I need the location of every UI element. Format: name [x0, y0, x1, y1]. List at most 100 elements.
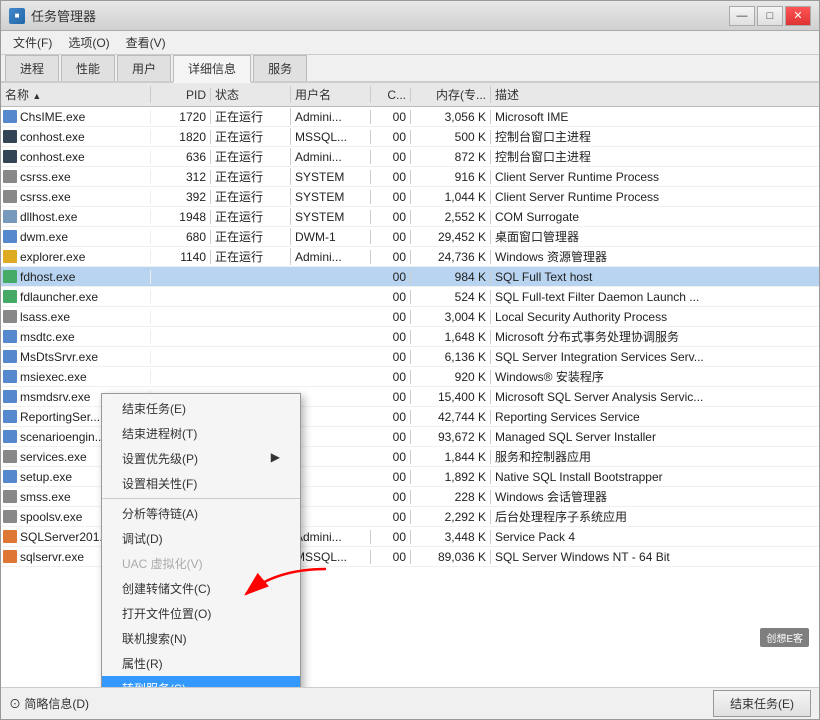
cell-mem: 42,744 K — [411, 410, 491, 424]
cell-desc: SQL Server Windows NT - 64 Bit — [491, 550, 819, 564]
cell-status: 正在运行 — [211, 188, 291, 205]
cell-name: msiexec.exe — [1, 370, 151, 384]
context-menu-item[interactable]: 设置相关性(F) — [102, 471, 300, 496]
cell-user: SYSTEM — [291, 190, 371, 204]
menu-options[interactable]: 选项(O) — [60, 32, 117, 53]
cell-cpu: 00 — [371, 550, 411, 564]
table-row[interactable]: csrss.exe 392 正在运行 SYSTEM 00 1,044 K Cli… — [1, 187, 819, 207]
cell-mem: 1,844 K — [411, 450, 491, 464]
context-menu-item: UAC 虚拟化(V) — [102, 551, 300, 576]
table-row[interactable]: MsDtsSrvr.exe 00 6,136 K SQL Server Inte… — [1, 347, 819, 367]
cell-name: ChsIME.exe — [1, 110, 151, 124]
col-header-mem[interactable]: 内存(专... — [411, 86, 491, 103]
cell-pid: 1948 — [151, 210, 211, 224]
cell-cpu: 00 — [371, 230, 411, 244]
close-button[interactable]: ✕ — [785, 6, 811, 26]
cell-pid: 312 — [151, 170, 211, 184]
tab-services[interactable]: 服务 — [253, 55, 307, 81]
context-menu-item[interactable]: 转到服务(S) — [102, 676, 300, 687]
cell-cpu: 00 — [371, 190, 411, 204]
context-menu-item[interactable]: 结束任务(E) — [102, 396, 300, 421]
table-row[interactable]: conhost.exe 1820 正在运行 MSSQL... 00 500 K … — [1, 127, 819, 147]
context-menu-item[interactable]: 分析等待链(A) — [102, 501, 300, 526]
statusbar-info[interactable]: ⊙ 简略信息(D) — [9, 695, 89, 712]
cell-desc: SQL Full Text host — [491, 270, 819, 284]
statusbar: ⊙ 简略信息(D) 结束任务(E) — [1, 687, 819, 719]
col-header-user[interactable]: 用户名 — [291, 86, 371, 103]
cell-mem: 1,648 K — [411, 330, 491, 344]
cell-desc: 控制台窗口主进程 — [491, 148, 819, 165]
table-row[interactable]: msdtc.exe 00 1,648 K Microsoft 分布式事务处理协调… — [1, 327, 819, 347]
col-header-desc[interactable]: 描述 — [491, 86, 819, 103]
menu-file[interactable]: 文件(F) — [5, 32, 60, 53]
statusbar-actions: 结束任务(E) — [713, 690, 811, 717]
tab-performance[interactable]: 性能 — [61, 55, 115, 81]
cell-pid: 680 — [151, 230, 211, 244]
cell-desc: SQL Full-text Filter Daemon Launch ... — [491, 290, 819, 304]
cell-desc: Native SQL Install Bootstrapper — [491, 470, 819, 484]
cell-cpu: 00 — [371, 250, 411, 264]
table-row[interactable]: explorer.exe 1140 正在运行 Admini... 00 24,7… — [1, 247, 819, 267]
table-row[interactable]: conhost.exe 636 正在运行 Admini... 00 872 K … — [1, 147, 819, 167]
table-row[interactable]: fdlauncher.exe 00 524 K SQL Full-text Fi… — [1, 287, 819, 307]
context-menu-item[interactable]: 创建转储文件(C) — [102, 576, 300, 601]
cell-mem: 916 K — [411, 170, 491, 184]
context-menu-item[interactable]: 联机搜索(N) — [102, 626, 300, 651]
summary-info-label[interactable]: ⊙ 简略信息(D) — [9, 695, 89, 712]
table-row[interactable]: msiexec.exe 00 920 K Windows® 安装程序 — [1, 367, 819, 387]
menu-view[interactable]: 查看(V) — [118, 32, 174, 53]
cell-desc: 服务和控制器应用 — [491, 448, 819, 465]
cell-status: 正在运行 — [211, 168, 291, 185]
cell-user: MSSQL... — [291, 130, 371, 144]
end-task-button[interactable]: 结束任务(E) — [713, 690, 811, 717]
cell-pid: 1820 — [151, 130, 211, 144]
cell-cpu: 00 — [371, 270, 411, 284]
cell-mem: 6,136 K — [411, 350, 491, 364]
tab-users[interactable]: 用户 — [117, 55, 171, 81]
cell-cpu: 00 — [371, 310, 411, 324]
context-menu-item[interactable]: 属性(R) — [102, 651, 300, 676]
tab-details[interactable]: 详细信息 — [173, 55, 251, 83]
cell-desc: 控制台窗口主进程 — [491, 128, 819, 145]
context-menu-item[interactable]: 设置优先级(P)▶ — [102, 446, 300, 471]
table-row[interactable]: ChsIME.exe 1720 正在运行 Admini... 00 3,056 … — [1, 107, 819, 127]
table-row[interactable]: lsass.exe 00 3,004 K Local Security Auth… — [1, 307, 819, 327]
context-menu-item[interactable]: 调试(D) — [102, 526, 300, 551]
cell-cpu: 00 — [371, 410, 411, 424]
cell-cpu: 00 — [371, 390, 411, 404]
titlebar-left: ■ 任务管理器 — [9, 6, 96, 25]
tab-processes[interactable]: 进程 — [5, 55, 59, 81]
cell-cpu: 00 — [371, 130, 411, 144]
table-row[interactable]: fdhost.exe 00 984 K SQL Full Text host — [1, 267, 819, 287]
cell-name: dwm.exe — [1, 230, 151, 244]
context-menu-item[interactable]: 打开文件位置(O) — [102, 601, 300, 626]
cell-desc: Client Server Runtime Process — [491, 170, 819, 184]
cell-mem: 3,004 K — [411, 310, 491, 324]
cell-cpu: 00 — [371, 530, 411, 544]
table-row[interactable]: dllhost.exe 1948 正在运行 SYSTEM 00 2,552 K … — [1, 207, 819, 227]
col-header-cpu[interactable]: C... — [371, 88, 411, 102]
cell-mem: 920 K — [411, 370, 491, 384]
minimize-button[interactable]: — — [729, 6, 755, 26]
table-row[interactable]: csrss.exe 312 正在运行 SYSTEM 00 916 K Clien… — [1, 167, 819, 187]
cell-desc: Service Pack 4 — [491, 530, 819, 544]
cell-desc: 后台处理程序子系统应用 — [491, 508, 819, 525]
context-menu-item[interactable]: 结束进程树(T) — [102, 421, 300, 446]
cell-desc: Reporting Services Service — [491, 410, 819, 424]
app-icon: ■ — [9, 8, 25, 24]
cell-name: conhost.exe — [1, 130, 151, 144]
cell-desc: 桌面窗口管理器 — [491, 228, 819, 245]
col-header-name[interactable]: 名称 — [1, 86, 151, 103]
col-header-pid[interactable]: PID — [151, 88, 211, 102]
task-manager-window: ■ 任务管理器 — □ ✕ 文件(F) 选项(O) 查看(V) 进程 性能 用户… — [0, 0, 820, 720]
cell-desc: SQL Server Integration Services Serv... — [491, 350, 819, 364]
table-row[interactable]: dwm.exe 680 正在运行 DWM-1 00 29,452 K 桌面窗口管… — [1, 227, 819, 247]
cell-cpu: 00 — [371, 350, 411, 364]
cell-cpu: 00 — [371, 110, 411, 124]
cell-status: 正在运行 — [211, 228, 291, 245]
cell-name: msdtc.exe — [1, 330, 151, 344]
maximize-button[interactable]: □ — [757, 6, 783, 26]
cell-desc: Microsoft 分布式事务处理协调服务 — [491, 328, 819, 345]
cell-cpu: 00 — [371, 370, 411, 384]
col-header-status[interactable]: 状态 — [211, 86, 291, 103]
